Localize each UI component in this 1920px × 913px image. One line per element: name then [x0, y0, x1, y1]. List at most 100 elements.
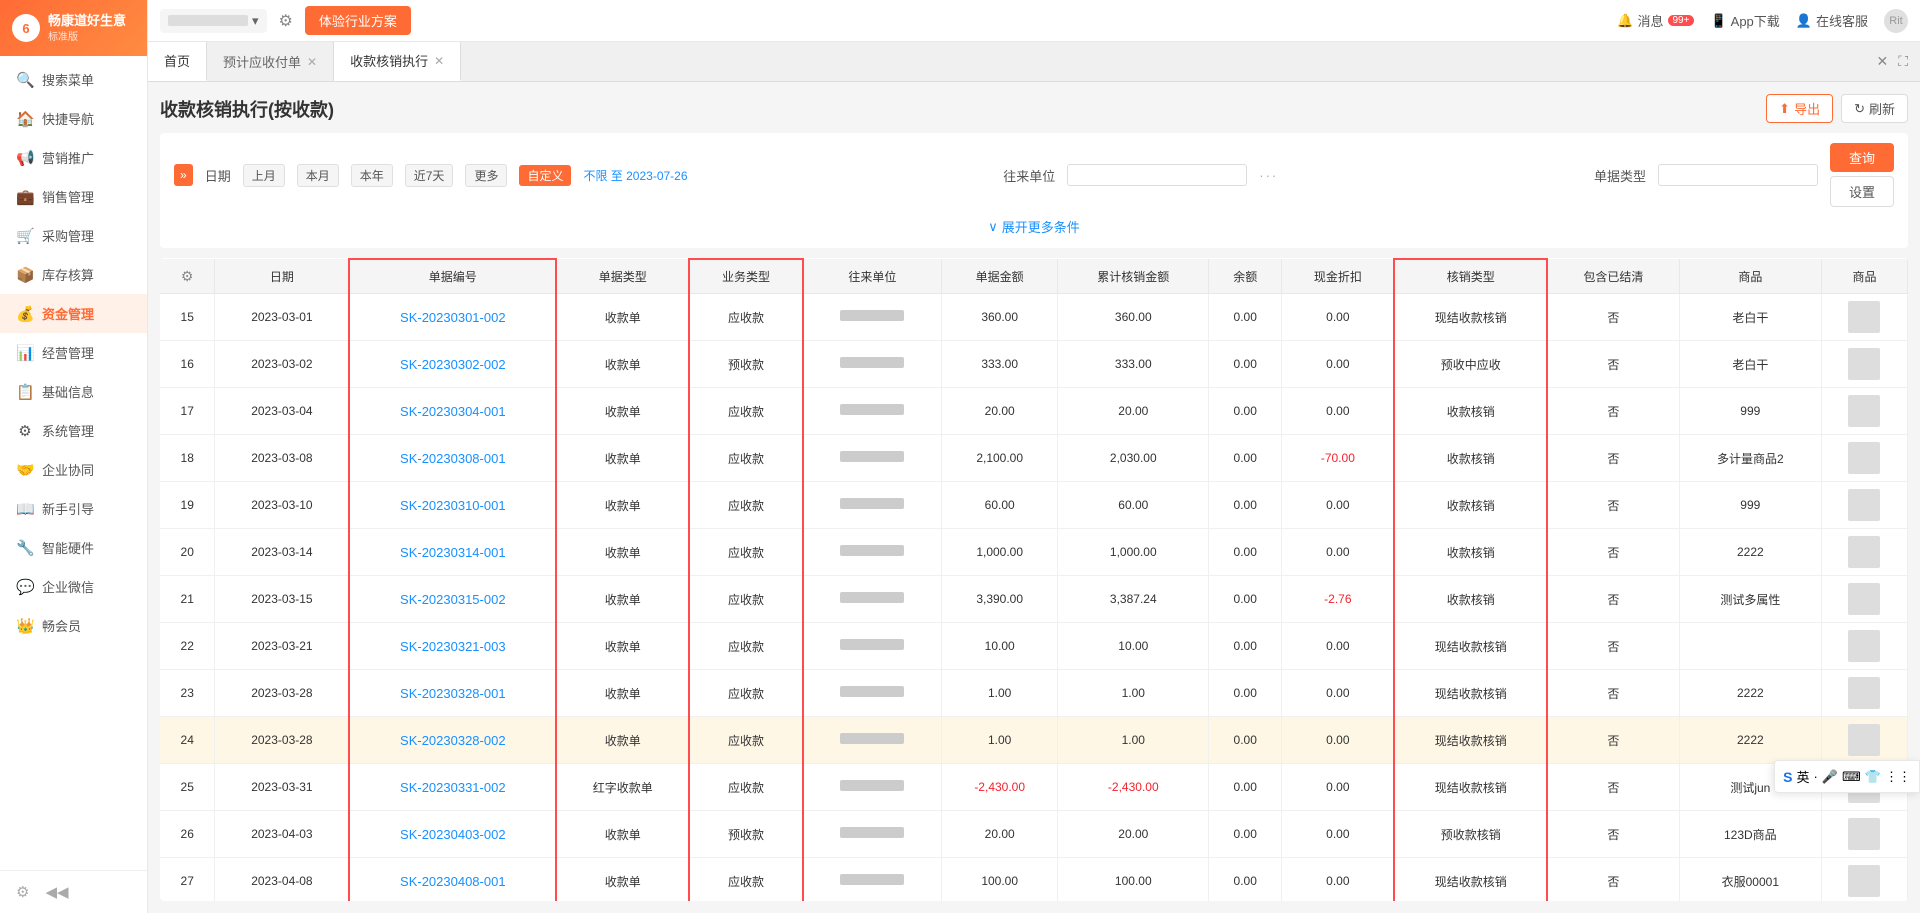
- bill-no-link[interactable]: SK-20230321-003: [400, 639, 506, 654]
- bill-no-link[interactable]: SK-20230308-001: [400, 451, 506, 466]
- setting-button[interactable]: 设置: [1830, 176, 1894, 207]
- cell-bill-type: 收款单: [556, 435, 689, 482]
- bill-no-link[interactable]: SK-20230408-001: [400, 874, 506, 889]
- counterpart-input[interactable]: [1067, 164, 1247, 186]
- cell-no: 22: [160, 623, 215, 670]
- sidebar-item-wechat[interactable]: 💬 企业微信: [0, 567, 147, 606]
- custom-date-btn[interactable]: 自定义: [519, 165, 571, 186]
- app-download-item[interactable]: 📱 App下载: [1710, 11, 1779, 30]
- table-header: ⚙ 日期 单据编号 单据类型 业务类型 往来单位 单据金额 累计核销金额 余额 …: [160, 259, 1908, 294]
- cell-verify-type: 现结收款核销: [1394, 717, 1547, 764]
- th-settings[interactable]: ⚙: [160, 259, 215, 294]
- table-row: 26 2023-04-03 SK-20230403-002 收款单 预收款 20…: [160, 811, 1908, 858]
- sidebar-item-purchase[interactable]: 🛒 采购管理: [0, 216, 147, 255]
- this-year-btn[interactable]: 本年: [351, 164, 393, 187]
- bill-no-link[interactable]: SK-20230331-002: [400, 780, 506, 795]
- ime-icon-3: ·: [1814, 769, 1818, 784]
- inventory-icon: 📦: [16, 266, 34, 284]
- filter-expand-left-btn[interactable]: »: [174, 164, 193, 186]
- tab-prepay-close[interactable]: ✕: [307, 55, 317, 69]
- workspace-selector[interactable]: ▾: [160, 9, 267, 33]
- th-bill-type: 单据类型: [556, 259, 689, 294]
- bill-no-link[interactable]: SK-20230301-002: [400, 310, 506, 325]
- ime-icon-5: ⌨: [1842, 769, 1861, 785]
- cell-date: 2023-03-01: [215, 294, 349, 341]
- bill-no-link[interactable]: SK-20230328-001: [400, 686, 506, 701]
- bill-no-link[interactable]: SK-20230403-002: [400, 827, 506, 842]
- cell-verify-amount: 1,000.00: [1058, 529, 1209, 576]
- solution-button[interactable]: 体验行业方案: [305, 6, 411, 35]
- cell-product2: [1821, 294, 1907, 341]
- last7-btn[interactable]: 近7天: [405, 164, 454, 187]
- messages-badge: 99+: [1668, 15, 1695, 26]
- bill-no-link[interactable]: SK-20230314-001: [400, 545, 506, 560]
- expand-more-btn[interactable]: ∨ 展开更多条件: [174, 215, 1894, 238]
- bill-type-label: 单据类型: [1594, 166, 1646, 185]
- export-button[interactable]: ⬆ 导出: [1766, 94, 1833, 123]
- sidebar-item-guide[interactable]: 📖 新手引导: [0, 489, 147, 528]
- bill-no-link[interactable]: SK-20230304-001: [400, 404, 506, 419]
- sidebar-item-base[interactable]: 📋 基础信息: [0, 372, 147, 411]
- online-service-item[interactable]: 👤 在线客服: [1796, 11, 1868, 30]
- bill-type-select[interactable]: [1658, 164, 1818, 186]
- ime-badge[interactable]: S 英 · 🎤 ⌨ 👕 ⋮⋮: [1774, 760, 1920, 793]
- table-row: 24 2023-03-28 SK-20230328-002 收款单 应收款 1.…: [160, 717, 1908, 764]
- table-row: 25 2023-03-31 SK-20230331-002 红字收款单 应收款 …: [160, 764, 1908, 811]
- sidebar-item-operations[interactable]: 📊 经营管理: [0, 333, 147, 372]
- bill-no-link[interactable]: SK-20230315-002: [400, 592, 506, 607]
- user-avatar[interactable]: Rit: [1884, 9, 1908, 33]
- sidebar-logo: 6 畅康道好生意 标准版: [0, 0, 147, 56]
- cell-bill-type: 收款单: [556, 623, 689, 670]
- cell-product1: 2222: [1679, 717, 1821, 764]
- sidebar-item-sales[interactable]: 💼 销售管理: [0, 177, 147, 216]
- settings-icon[interactable]: ⚙: [16, 883, 29, 901]
- sidebar-item-hardware[interactable]: 🔧 智能硬件: [0, 528, 147, 567]
- sidebar-item-marketing[interactable]: 📢 营销推广: [0, 138, 147, 177]
- bill-no-link[interactable]: SK-20230310-001: [400, 498, 506, 513]
- ime-icon-6: 👕: [1865, 769, 1881, 785]
- cell-include-settled: 否: [1547, 294, 1679, 341]
- cell-biz-type: 应收款: [689, 482, 803, 529]
- cell-date: 2023-03-08: [215, 435, 349, 482]
- tab-prepay-label: 预计应收付单: [223, 52, 301, 71]
- gear-icon[interactable]: ⚙: [279, 11, 293, 31]
- tab-home-label: 首页: [164, 51, 190, 70]
- tab-close-all-icon[interactable]: ✕: [1876, 53, 1888, 70]
- cell-verify-amount: 3,387.24: [1058, 576, 1209, 623]
- tab-home[interactable]: 首页: [148, 42, 207, 81]
- cell-amount: 1.00: [942, 670, 1058, 717]
- sidebar-item-collab[interactable]: 🤝 企业协同: [0, 450, 147, 489]
- sidebar-item-inventory[interactable]: 📦 库存核算: [0, 255, 147, 294]
- tab-verify-close[interactable]: ✕: [434, 54, 444, 68]
- avatar-circle: Rit: [1884, 9, 1908, 33]
- cell-product1: 老白干: [1679, 341, 1821, 388]
- cell-product1: 老白干: [1679, 294, 1821, 341]
- messages-label: 消息: [1637, 11, 1663, 30]
- sidebar-item-search[interactable]: 🔍 搜索菜单: [0, 60, 147, 99]
- bill-no-link[interactable]: SK-20230328-002: [400, 733, 506, 748]
- cell-include-settled: 否: [1547, 576, 1679, 623]
- workspace-name: [168, 15, 248, 26]
- last-month-btn[interactable]: 上月: [243, 164, 285, 187]
- bill-no-link[interactable]: SK-20230302-002: [400, 357, 506, 372]
- cell-verify-amount: 100.00: [1058, 858, 1209, 902]
- column-settings-icon[interactable]: ⚙: [181, 268, 194, 284]
- sidebar-item-vip[interactable]: 👑 畅会员: [0, 606, 147, 645]
- cell-balance: 0.00: [1209, 764, 1282, 811]
- cell-biz-type: 预收款: [689, 811, 803, 858]
- query-button[interactable]: 查询: [1830, 143, 1894, 172]
- sidebar-item-quicknav[interactable]: 🏠 快捷导航: [0, 99, 147, 138]
- cell-product1: [1679, 623, 1821, 670]
- this-month-btn[interactable]: 本月: [297, 164, 339, 187]
- tab-expand-icon[interactable]: ⛶: [1898, 53, 1908, 70]
- tab-prepay[interactable]: 预计应收付单 ✕: [207, 42, 334, 81]
- system-icon: ⚙: [16, 422, 34, 440]
- messages-item[interactable]: 🔔 消息 99+: [1617, 11, 1694, 30]
- more-date-btn[interactable]: 更多: [465, 164, 507, 187]
- refresh-button[interactable]: ↻ 刷新: [1841, 94, 1908, 123]
- cell-no: 16: [160, 341, 215, 388]
- collapse-icon[interactable]: ◀◀: [45, 883, 68, 901]
- tab-verify[interactable]: 收款核销执行 ✕: [334, 42, 461, 81]
- sidebar-item-system[interactable]: ⚙ 系统管理: [0, 411, 147, 450]
- sidebar-item-finance[interactable]: 💰 资金管理: [0, 294, 147, 333]
